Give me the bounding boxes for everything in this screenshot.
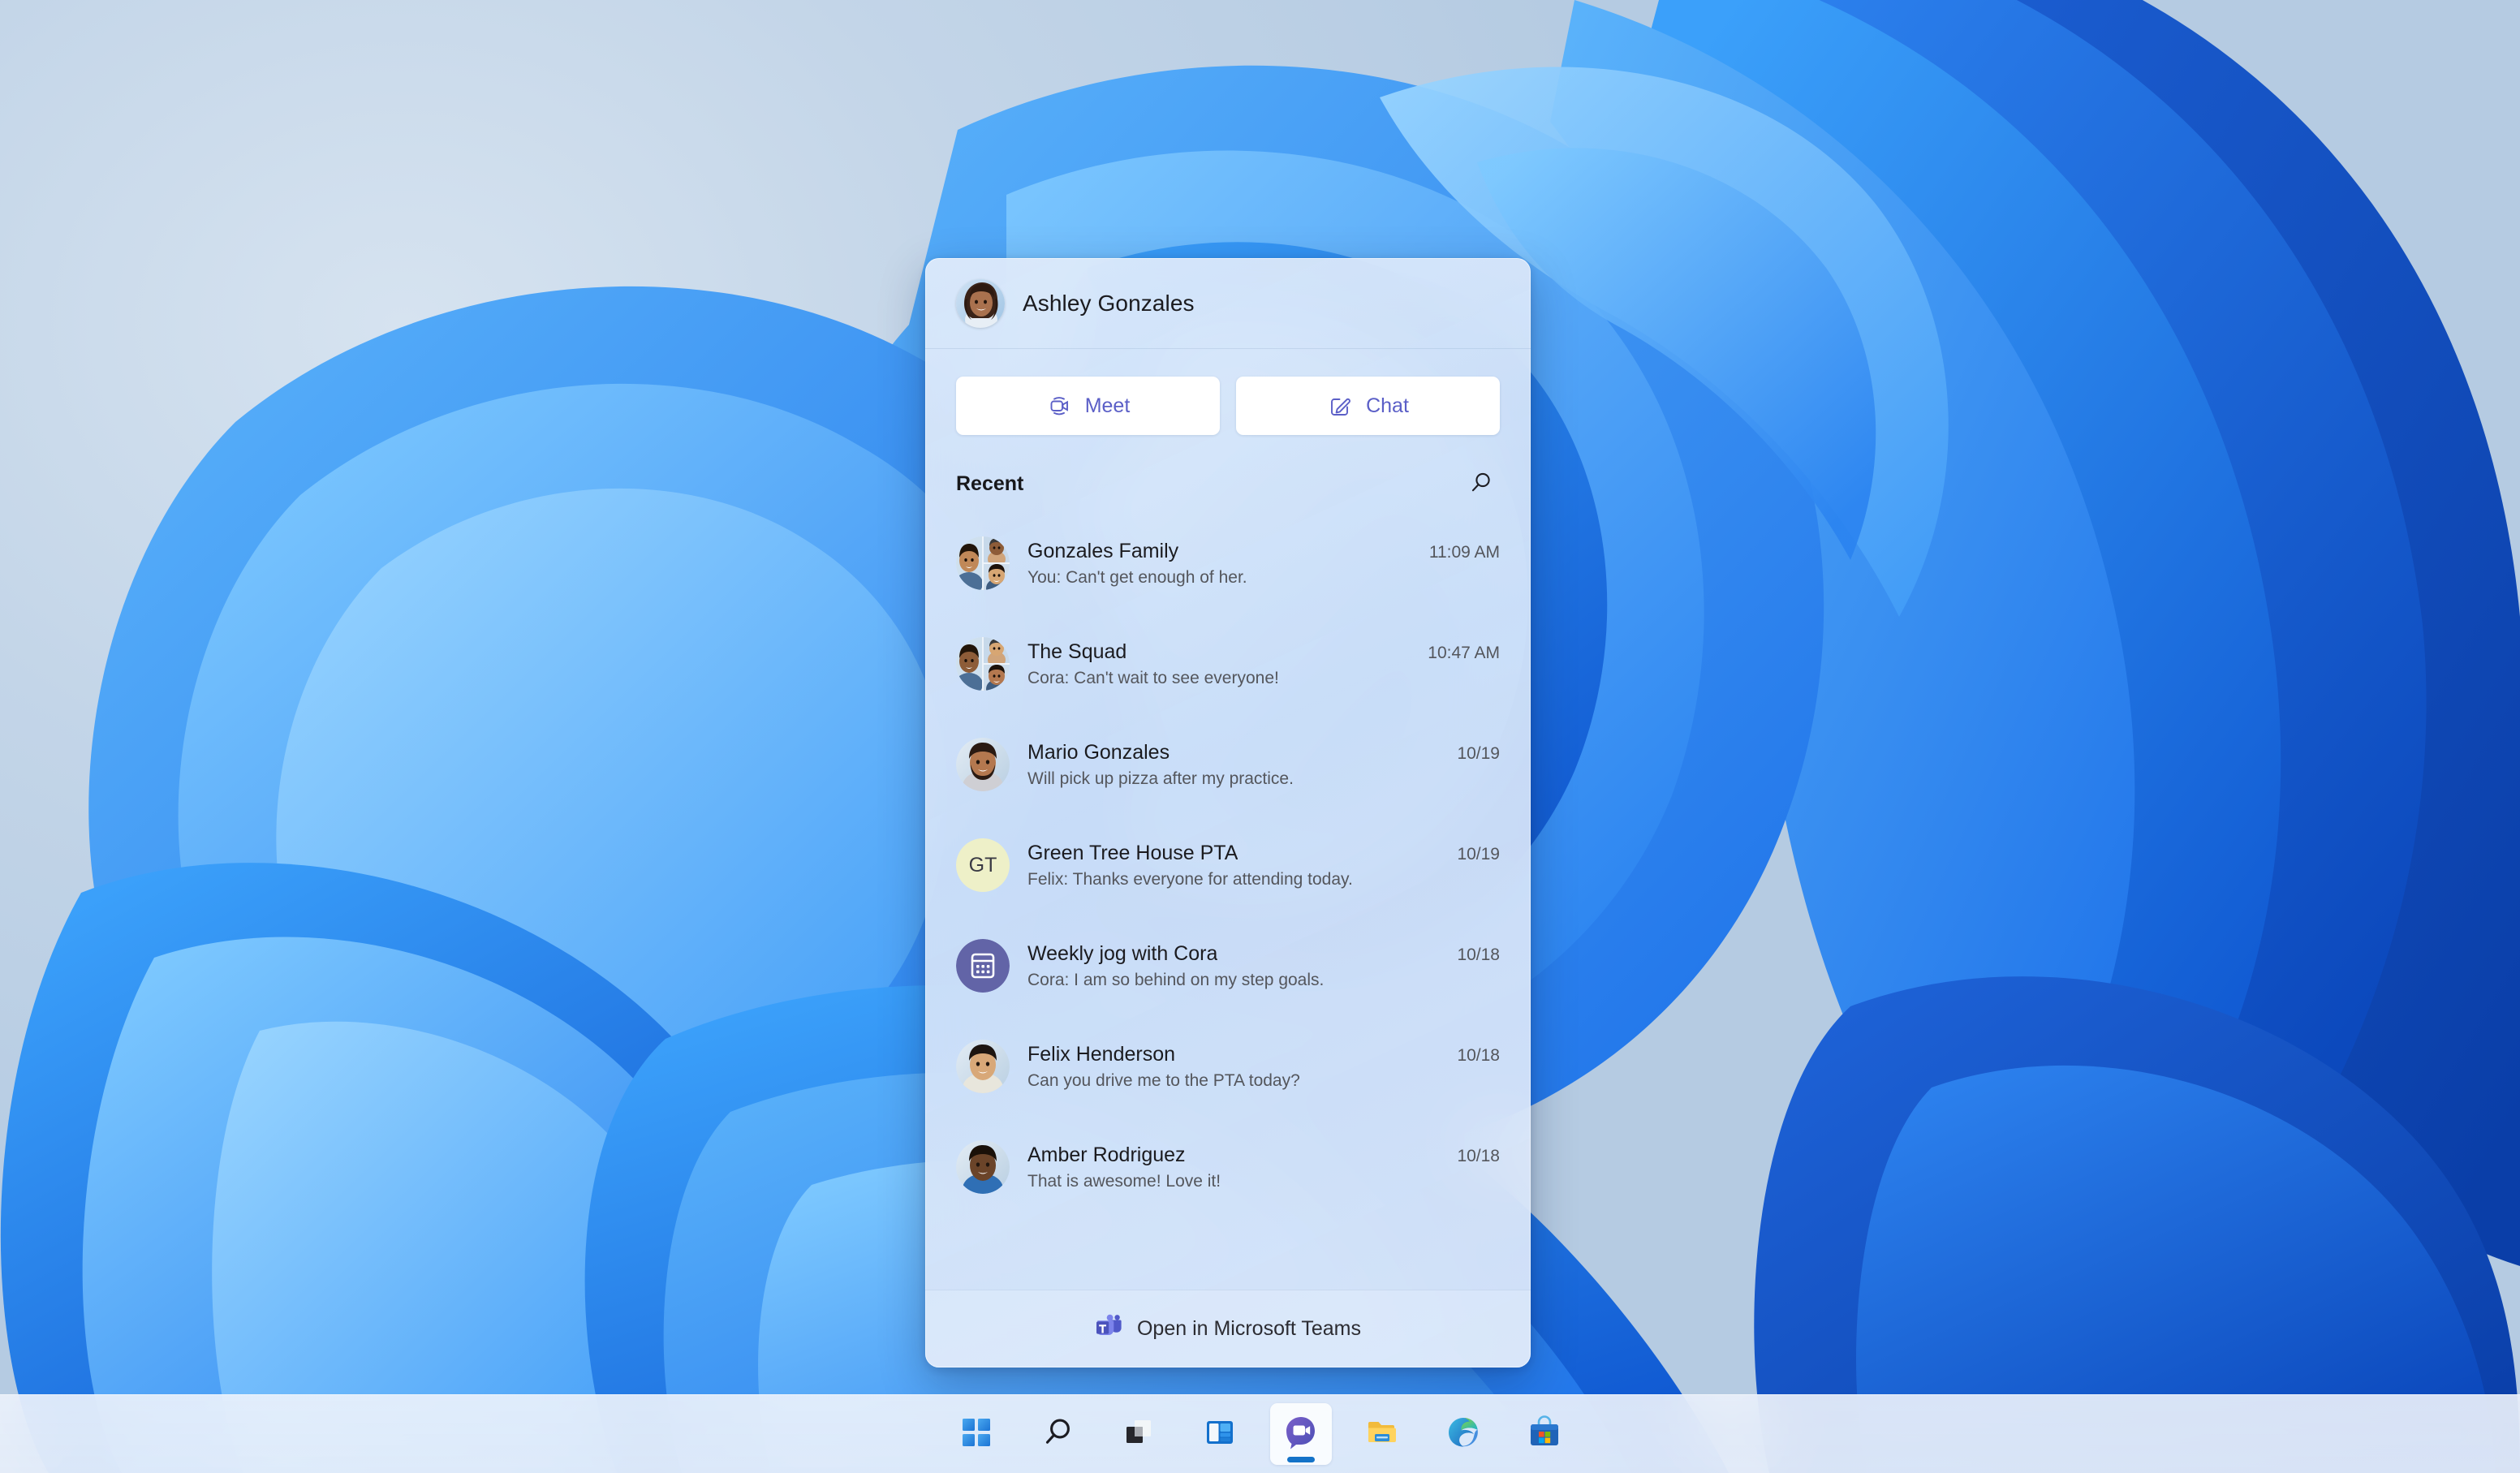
start-icon xyxy=(958,1415,994,1454)
chat-list-item-top: Green Tree House PTA 10/19 xyxy=(1027,842,1500,865)
chat-list-item-title: Gonzales Family xyxy=(1027,539,1179,562)
compose-edit-icon xyxy=(1327,393,1353,419)
chat-list-item-preview: Will pick up pizza after my practice. xyxy=(1027,769,1294,788)
user-name: Ashley Gonzales xyxy=(1023,290,1195,316)
avatar-group xyxy=(956,536,1010,590)
chat-list-item-preview: Cora: Can't wait to see everyone! xyxy=(1027,668,1279,687)
chat-list-item-body: Gonzales Family 11:09 AM You: Can't get en… xyxy=(1027,540,1500,588)
chat-list-item-time: 10:47 AM xyxy=(1428,643,1500,662)
avatar-photo xyxy=(956,1040,1010,1093)
chat-list-item[interactable]: Weekly jog with Cora 10/18 Cora: I am so b… xyxy=(928,915,1527,1016)
taskbar-item-file-explorer[interactable] xyxy=(1351,1403,1413,1465)
chat-list-item-title: Weekly jog with Cora xyxy=(1027,941,1218,965)
chat-list-item-title: Green Tree House PTA xyxy=(1027,841,1238,864)
taskbar-item-start[interactable] xyxy=(946,1403,1007,1465)
chat-list-item-body: The Squad 10:47 AM Cora: Can't wait to see… xyxy=(1027,640,1500,688)
chat-list-item-body: Felix Henderson 10/18 Can you drive me to … xyxy=(1027,1043,1500,1091)
chat-list-item-time: 11:09 AM xyxy=(1428,542,1500,562)
chat-list-item-time: 10/19 xyxy=(1457,743,1500,763)
chat-list-item[interactable]: Felix Henderson 10/18 Can you drive me to … xyxy=(928,1016,1527,1117)
chat-list-item-time: 10/18 xyxy=(1457,945,1500,964)
chat-list-item-top: The Squad 10:47 AM xyxy=(1027,640,1500,664)
taskbar-item-task-view[interactable] xyxy=(1108,1403,1170,1465)
chat-list-item-body: Weekly jog with Cora 10/18 Cora: I am so b… xyxy=(1027,942,1500,990)
edge-icon xyxy=(1445,1415,1481,1454)
avatar-initials: GT xyxy=(956,838,1010,892)
taskbar-item-store[interactable] xyxy=(1514,1403,1575,1465)
chat-list-item-time: 10/18 xyxy=(1457,1045,1500,1065)
chat-list-item-top: Mario Gonzales 10/19 xyxy=(1027,741,1500,764)
recent-chat-list: Gonzales Family 11:09 AM You: Can't get en… xyxy=(925,513,1531,1290)
meet-button-label: Meet xyxy=(1084,394,1131,417)
calendar-icon xyxy=(956,939,1010,993)
chat-list-item-preview: That is awesome! Love it! xyxy=(1027,1171,1221,1191)
chat-list-item-body: Green Tree House PTA 10/19 Felix: Thanks e… xyxy=(1027,842,1500,889)
file-explorer-icon xyxy=(1364,1415,1400,1454)
search-icon xyxy=(1467,470,1493,498)
chat-list-item-preview: Cora: I am so behind on my step goals. xyxy=(1027,970,1325,989)
chat-list-item-preview: You: Can't get enough of her. xyxy=(1027,567,1247,587)
avatar-group xyxy=(956,637,1010,691)
chat-list-item-top: Gonzales Family 11:09 AM xyxy=(1027,540,1500,563)
taskbar-active-indicator xyxy=(1286,1457,1315,1462)
taskbar xyxy=(0,1394,2520,1473)
chat-list-item-body: Mario Gonzales 10/19 Will pick up pizza af… xyxy=(1027,741,1500,789)
chat-list-item-top: Felix Henderson 10/18 xyxy=(1027,1043,1500,1066)
chat-list-item-top: Amber Rodriguez 10/18 xyxy=(1027,1144,1500,1167)
task-view-icon xyxy=(1121,1415,1157,1454)
chat-list-item[interactable]: Mario Gonzales 10/19 Will pick up pizza af… xyxy=(928,714,1527,815)
chat-list-item[interactable]: The Squad 10:47 AM Cora: Can't wait to see… xyxy=(928,614,1527,714)
chat-list-item[interactable]: Amber Rodriguez 10/18 That is awesome! Lov… xyxy=(928,1117,1527,1217)
taskbar-item-search[interactable] xyxy=(1027,1403,1088,1465)
recent-title: Recent xyxy=(956,472,1024,495)
taskbar-item-chat[interactable] xyxy=(1269,1403,1332,1465)
user-avatar xyxy=(956,278,1005,328)
chat-list-item-title: The Squad xyxy=(1027,640,1127,663)
microsoft-store-icon xyxy=(1527,1415,1562,1454)
open-in-teams-button[interactable]: Open in Microsoft Teams xyxy=(925,1290,1531,1367)
panel-header: Ashley Gonzales xyxy=(925,258,1531,349)
chat-list-item-preview: Felix: Thanks everyone for attending tod… xyxy=(1027,869,1353,889)
chat-list-item-time: 10/19 xyxy=(1457,844,1500,864)
chat-list-item[interactable]: Gonzales Family 11:09 AM You: Can't get en… xyxy=(928,513,1527,614)
widgets-icon xyxy=(1202,1415,1238,1454)
chat-button-label: Chat xyxy=(1366,394,1409,417)
video-camera-icon xyxy=(1046,393,1072,419)
open-in-teams-label: Open in Microsoft Teams xyxy=(1136,1317,1362,1340)
taskbar-item-widgets[interactable] xyxy=(1189,1403,1251,1465)
chat-icon xyxy=(1282,1414,1320,1455)
chat-flyout-panel: Ashley Gonzales Meet Chat Recent Gonzale… xyxy=(925,258,1531,1367)
chat-list-item-title: Mario Gonzales xyxy=(1027,740,1170,764)
taskbar-icon-group xyxy=(946,1403,1575,1465)
chat-list-item-title: Amber Rodriguez xyxy=(1027,1143,1186,1166)
recent-section-header: Recent xyxy=(925,435,1531,513)
search-button[interactable] xyxy=(1461,464,1500,503)
avatar-photo xyxy=(956,738,1010,791)
chat-list-item-title: Felix Henderson xyxy=(1027,1042,1176,1066)
action-button-row: Meet Chat xyxy=(925,349,1531,435)
chat-list-item[interactable]: GT Green Tree House PTA 10/19 Felix: Thanks… xyxy=(928,815,1527,915)
chat-list-item-time: 10/18 xyxy=(1457,1146,1500,1165)
taskbar-item-edge[interactable] xyxy=(1432,1403,1494,1465)
microsoft-teams-icon xyxy=(1095,1313,1122,1345)
avatar-photo xyxy=(956,1140,1010,1194)
search-icon xyxy=(1040,1415,1075,1454)
meet-button[interactable]: Meet xyxy=(956,377,1220,435)
chat-list-item-body: Amber Rodriguez 10/18 That is awesome! Lov… xyxy=(1027,1144,1500,1191)
chat-list-item-top: Weekly jog with Cora 10/18 xyxy=(1027,942,1500,966)
chat-button[interactable]: Chat xyxy=(1236,377,1500,435)
chat-list-item-preview: Can you drive me to the PTA today? xyxy=(1027,1070,1300,1090)
